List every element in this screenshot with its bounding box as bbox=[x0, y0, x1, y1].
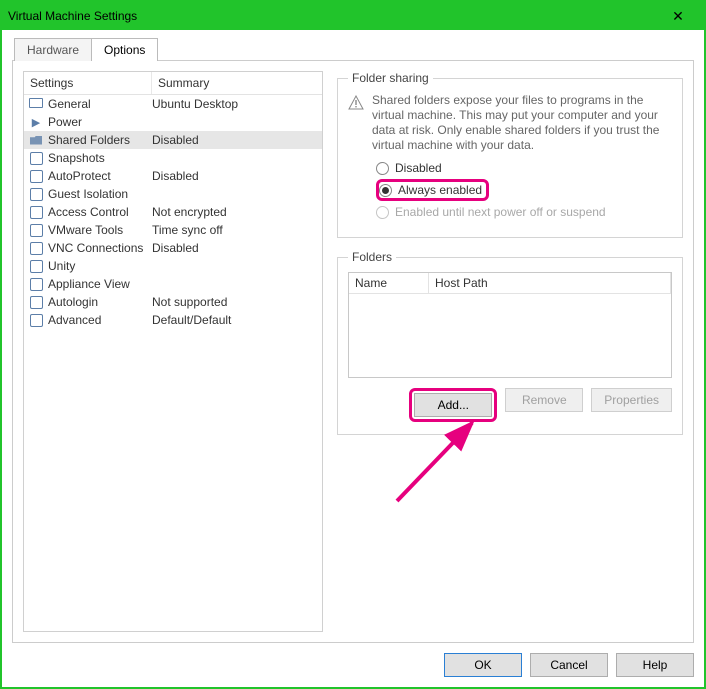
row-summary: Ubuntu Desktop bbox=[152, 97, 318, 111]
tabstrip: Hardware Options bbox=[14, 38, 694, 61]
folder-sharing-legend: Folder sharing bbox=[348, 71, 433, 85]
radio-icon bbox=[376, 206, 389, 219]
row-label: VNC Connections bbox=[48, 241, 152, 255]
highlight-add-button: Add... bbox=[409, 388, 497, 422]
row-guest-isolation[interactable]: Guest Isolation bbox=[24, 185, 322, 203]
shield-icon bbox=[28, 169, 44, 183]
monitor-icon bbox=[28, 97, 44, 111]
row-vmware-tools[interactable]: VMware Tools Time sync off bbox=[24, 221, 322, 239]
group-folders: Folders Name Host Path Add... Remove Pro… bbox=[337, 250, 683, 435]
help-button[interactable]: Help bbox=[616, 653, 694, 677]
row-summary: Disabled bbox=[152, 169, 318, 183]
row-label: Appliance View bbox=[48, 277, 152, 291]
radio-label: Disabled bbox=[395, 161, 442, 175]
titlebar: Virtual Machine Settings ✕ bbox=[2, 2, 704, 30]
row-label: Guest Isolation bbox=[48, 187, 152, 201]
folders-table[interactable]: Name Host Path bbox=[348, 272, 672, 378]
row-appliance-view[interactable]: Appliance View bbox=[24, 275, 322, 293]
vmtools-icon bbox=[28, 223, 44, 237]
radio-label: Always enabled bbox=[398, 183, 482, 197]
row-label: Unity bbox=[48, 259, 152, 273]
col-host-path[interactable]: Host Path bbox=[429, 273, 671, 293]
row-summary: Not supported bbox=[152, 295, 318, 309]
row-snapshots[interactable]: Snapshots bbox=[24, 149, 322, 167]
radio-label: Enabled until next power off or suspend bbox=[395, 205, 606, 219]
dialog-buttons: OK Cancel Help bbox=[12, 643, 694, 677]
play-icon: ▶ bbox=[28, 115, 44, 129]
row-label: AutoProtect bbox=[48, 169, 152, 183]
radio-always-enabled[interactable]: Always enabled bbox=[376, 179, 672, 201]
col-name[interactable]: Name bbox=[349, 273, 429, 293]
tab-hardware[interactable]: Hardware bbox=[14, 38, 92, 61]
row-label: Access Control bbox=[48, 205, 152, 219]
right-panel: Folder sharing Shared folders expose you… bbox=[337, 71, 683, 632]
radio-icon bbox=[379, 184, 392, 197]
unity-icon bbox=[28, 259, 44, 273]
appliance-icon bbox=[28, 277, 44, 291]
row-vnc-connections[interactable]: VNC Connections Disabled bbox=[24, 239, 322, 257]
lock-icon bbox=[28, 205, 44, 219]
vnc-icon bbox=[28, 241, 44, 255]
add-button[interactable]: Add... bbox=[414, 393, 492, 417]
client-area: Hardware Options Settings Summary Genera… bbox=[2, 30, 704, 687]
folders-legend: Folders bbox=[348, 250, 396, 264]
radio-icon bbox=[376, 162, 389, 175]
close-icon[interactable]: ✕ bbox=[658, 8, 698, 25]
row-summary: Disabled bbox=[152, 133, 318, 147]
properties-button: Properties bbox=[591, 388, 672, 412]
row-autologin[interactable]: Autologin Not supported bbox=[24, 293, 322, 311]
cancel-button[interactable]: Cancel bbox=[530, 653, 608, 677]
advanced-icon bbox=[28, 313, 44, 327]
row-autoprotect[interactable]: AutoProtect Disabled bbox=[24, 167, 322, 185]
warning-text: Shared folders expose your files to prog… bbox=[372, 93, 672, 153]
warning-icon bbox=[348, 95, 364, 111]
folders-header: Name Host Path bbox=[349, 273, 671, 294]
ok-button[interactable]: OK bbox=[444, 653, 522, 677]
window-title: Virtual Machine Settings bbox=[8, 9, 658, 23]
row-label: Power bbox=[48, 115, 152, 129]
row-summary: Disabled bbox=[152, 241, 318, 255]
col-summary: Summary bbox=[152, 72, 322, 94]
folder-icon bbox=[28, 133, 44, 147]
highlight-always-enabled: Always enabled bbox=[376, 179, 489, 201]
snapshot-icon bbox=[28, 151, 44, 165]
row-label: Autologin bbox=[48, 295, 152, 309]
row-label: Advanced bbox=[48, 313, 152, 327]
isolation-icon bbox=[28, 187, 44, 201]
folders-buttons: Add... Remove Properties bbox=[348, 388, 672, 422]
row-unity[interactable]: Unity bbox=[24, 257, 322, 275]
warning-row: Shared folders expose your files to prog… bbox=[348, 93, 672, 153]
row-shared-folders[interactable]: Shared Folders Disabled bbox=[24, 131, 322, 149]
settings-list-panel: Settings Summary General Ubuntu Desktop … bbox=[23, 71, 323, 632]
row-summary: Not encrypted bbox=[152, 205, 318, 219]
radio-disabled[interactable]: Disabled bbox=[376, 161, 672, 175]
radio-until-poweroff: Enabled until next power off or suspend bbox=[376, 205, 672, 219]
settings-table: Settings Summary General Ubuntu Desktop … bbox=[23, 71, 323, 632]
row-summary: Time sync off bbox=[152, 223, 318, 237]
radio-list: Disabled Always enabled Enabled until ne… bbox=[376, 161, 672, 219]
folders-body bbox=[349, 294, 671, 377]
tab-options[interactable]: Options bbox=[91, 38, 158, 61]
row-advanced[interactable]: Advanced Default/Default bbox=[24, 311, 322, 329]
row-general[interactable]: General Ubuntu Desktop bbox=[24, 95, 322, 113]
col-settings: Settings bbox=[24, 72, 152, 94]
row-power[interactable]: ▶ Power bbox=[24, 113, 322, 131]
key-icon bbox=[28, 295, 44, 309]
group-folder-sharing: Folder sharing Shared folders expose you… bbox=[337, 71, 683, 238]
row-label: Shared Folders bbox=[48, 133, 152, 147]
tabpanel-options: Settings Summary General Ubuntu Desktop … bbox=[12, 60, 694, 643]
row-label: VMware Tools bbox=[48, 223, 152, 237]
row-summary: Default/Default bbox=[152, 313, 318, 327]
settings-header: Settings Summary bbox=[24, 72, 322, 95]
remove-button: Remove bbox=[505, 388, 583, 412]
row-label: General bbox=[48, 97, 152, 111]
row-label: Snapshots bbox=[48, 151, 152, 165]
row-access-control[interactable]: Access Control Not encrypted bbox=[24, 203, 322, 221]
